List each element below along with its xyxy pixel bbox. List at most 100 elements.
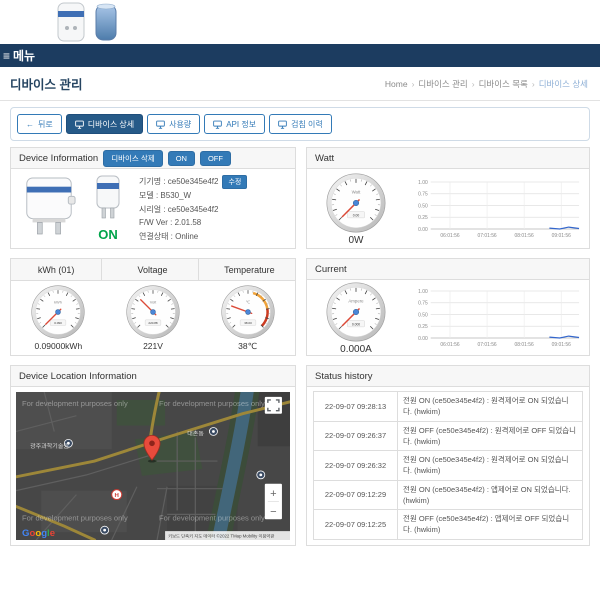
map-zoom-control: + −	[264, 483, 282, 520]
plug-side-photo	[26, 177, 76, 235]
location-panel: Device Location Information H 광주과학기술원 대촌…	[10, 365, 296, 546]
svg-text:For development purposes only: For development purposes only	[159, 513, 265, 522]
current-panel-title: Current	[315, 263, 347, 275]
status-history-panel: Status history 22-09-07 09:28:13 전원 ON (c…	[306, 365, 590, 546]
svg-text:Watt: Watt	[352, 189, 362, 194]
meters-panel: kWh (01) Voltage Temperature kWh 0.090 0…	[10, 258, 296, 356]
map-hospital-marker: H	[111, 489, 123, 501]
device-info-title: Device Information	[19, 152, 99, 164]
table-row: 22-09-07 09:26:32 전원 ON (ce50e345e4f2) : …	[313, 450, 583, 481]
svg-text:09:01:56: 09:01:56	[552, 341, 571, 347]
svg-text:℃: ℃	[245, 300, 250, 305]
plug-front-photo	[57, 2, 85, 42]
svg-text:Ampere: Ampere	[348, 298, 364, 303]
zoom-in-button[interactable]: +	[270, 488, 276, 500]
plug-small-photo	[96, 175, 120, 219]
fullscreen-button[interactable]	[264, 396, 282, 414]
map[interactable]: H 광주과학기술원 대촌동 For development purposes o…	[16, 392, 290, 540]
zoom-out-button[interactable]: −	[270, 506, 276, 518]
kwh-gauge: kWh 0.090	[30, 284, 86, 340]
tab-toolbar: ← 뒤로 디바이스 상세 사용량 API 정보 검침 이력	[10, 107, 590, 141]
display-icon	[74, 120, 84, 129]
svg-text:1.00: 1.00	[418, 288, 428, 294]
google-logo: Google	[22, 528, 55, 539]
watt-chart: 0.00 0.25 0.50 0.75 1.00 06:01:56 07:01:56 08:0…	[405, 177, 583, 241]
delete-device-button[interactable]: 디바이스 삭제	[103, 149, 163, 167]
svg-text:For development purposes only: For development purposes only	[159, 399, 265, 408]
svg-text:For development purposes only: For development purposes only	[22, 399, 128, 408]
watt-panel-title: Watt	[315, 152, 335, 164]
svg-text:07:01:56: 07:01:56	[477, 232, 496, 238]
tab-usage[interactable]: 사용량	[147, 114, 201, 134]
breadcrumb: Home 디바이스 관리 디바이스 목록 디바이스 상세	[385, 78, 588, 90]
current-gauge: Ampere 0.000	[325, 281, 387, 343]
tab-api-info[interactable]: API 정보	[204, 114, 266, 134]
svg-text:0.00: 0.00	[353, 213, 360, 217]
map-label-gist: 광주과학기술원	[30, 442, 69, 450]
svg-text:0.00: 0.00	[418, 335, 428, 341]
hamburger-icon[interactable]: ≡	[3, 49, 10, 63]
top-device-photos	[0, 0, 600, 44]
temperature-gauge: ℃ 38.00	[220, 284, 276, 340]
menu-label[interactable]: 메뉴	[13, 47, 35, 64]
svg-text:38.00: 38.00	[244, 321, 252, 325]
breadcrumb-device-mgmt[interactable]: 디바이스 관리	[408, 78, 467, 90]
svg-text:09:01:56: 09:01:56	[552, 232, 571, 238]
page-title: 디바이스 관리	[10, 78, 83, 92]
display-icon	[156, 120, 165, 129]
svg-text:For development purposes only: For development purposes only	[22, 513, 128, 522]
table-row: 22-09-07 09:26:37 전원 OFF (ce50e345e4f2) :…	[313, 420, 583, 451]
power-off-button[interactable]: OFF	[199, 150, 231, 166]
table-row: 22-09-07 09:12:29 전원 ON (ce50e345e4f2) : …	[313, 479, 583, 510]
svg-text:220.88: 220.88	[148, 321, 158, 325]
svg-text:06:01:56: 06:01:56	[440, 232, 459, 238]
svg-text:Volt: Volt	[150, 300, 157, 305]
temperature-column-title: Temperature	[224, 264, 275, 275]
power-on-button[interactable]: ON	[167, 150, 195, 166]
map-label-daechon: 대촌동	[187, 429, 204, 437]
voltage-gauge: Volt 220.88	[125, 284, 181, 340]
field-fw-ver: F/W Ver2.01.58	[139, 216, 247, 230]
device-state-badge: ON	[98, 227, 118, 242]
status-history-table: 22-09-07 09:28:13 전원 ON (ce50e345e4f2) : …	[313, 391, 583, 540]
watt-gauge: Watt 0.00	[325, 172, 387, 234]
breadcrumb-device-detail: 디바이스 상세	[528, 78, 588, 90]
svg-text:0.75: 0.75	[418, 300, 428, 306]
status-history-title: Status history	[315, 370, 373, 382]
edit-name-button[interactable]: 수정	[222, 175, 248, 189]
menu-bar[interactable]: ≡ 메뉴	[0, 44, 600, 67]
kwh-value: 0.09000kWh	[34, 341, 83, 351]
current-chart: 0.00 0.25 0.50 0.75 1.00 06:01:56 07:01:56 08:0…	[405, 286, 583, 350]
svg-text:0.50: 0.50	[418, 203, 428, 209]
display-icon	[213, 120, 223, 129]
display-icon	[278, 120, 287, 129]
kwh-column-title: kWh (01)	[11, 259, 103, 280]
watt-panel: Watt Watt 0.00 0W 0.00 0.25 0.50 0.75 1.00 06…	[306, 147, 590, 249]
svg-text:08:01:56: 08:01:56	[515, 341, 534, 347]
svg-text:06:01:56: 06:01:56	[440, 341, 459, 347]
back-arrow-icon: ←	[26, 119, 34, 129]
field-serial: 시리얼ce50e345e4f2	[139, 203, 247, 217]
svg-text:0.00: 0.00	[418, 226, 428, 232]
svg-text:H: H	[115, 493, 119, 499]
table-row: 22-09-07 09:28:13 전원 ON (ce50e345e4f2) : …	[313, 391, 583, 422]
svg-text:07:01:56: 07:01:56	[477, 341, 496, 347]
svg-text:0.000: 0.000	[352, 322, 360, 326]
breadcrumb-device-list[interactable]: 디바이스 목록	[468, 78, 528, 90]
breadcrumb-home[interactable]: Home	[385, 79, 408, 89]
tab-device-detail[interactable]: 디바이스 상세	[65, 114, 144, 134]
voltage-value: 221V	[143, 341, 163, 351]
svg-text:0.25: 0.25	[418, 324, 428, 330]
device-info-panel: Device Information 디바이스 삭제 ON OFF ON 기기명…	[10, 147, 296, 249]
tab-meter-history[interactable]: 검침 이력	[269, 114, 332, 134]
current-panel: Current Ampere 0.000 0.000A 0.00 0.25 0.50…	[306, 258, 590, 356]
svg-text:0.25: 0.25	[418, 215, 428, 221]
field-model: 모델B530_W	[139, 189, 247, 203]
svg-text:0.090: 0.090	[55, 321, 63, 325]
field-device-name: 기기명ce50e345e4f2수정	[139, 175, 248, 189]
map-attribution[interactable]: 키보드 단축키 지도 데이터 ©2022 TMap Mobility 이용약관	[168, 532, 274, 539]
svg-text:1.00: 1.00	[418, 179, 428, 185]
back-button[interactable]: ← 뒤로	[17, 114, 62, 134]
temperature-value: 38℃	[238, 341, 258, 351]
location-panel-title: Device Location Information	[19, 370, 137, 382]
